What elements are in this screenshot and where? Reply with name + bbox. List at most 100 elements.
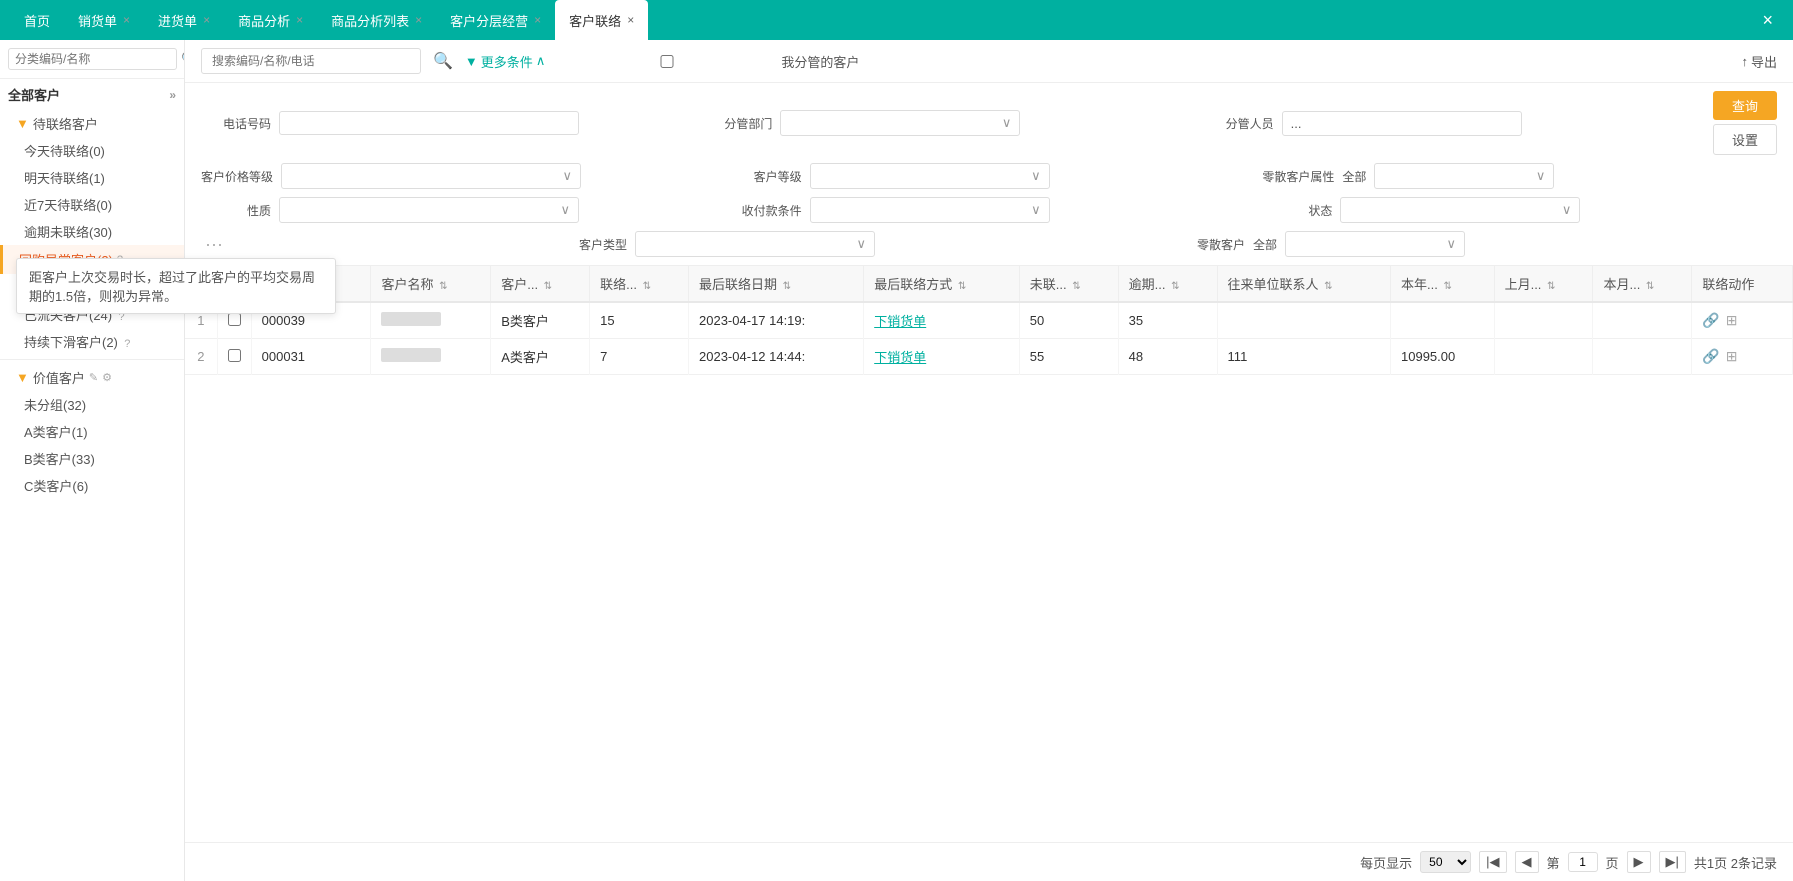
- sidebar-group-pending[interactable]: ▼ 待联络客户: [0, 110, 184, 137]
- filter-retail-attr-select[interactable]: ∨: [1374, 163, 1554, 189]
- row-last-date: 2023-04-12 14:44:: [689, 339, 864, 375]
- page-input[interactable]: [1568, 852, 1598, 872]
- nav-customer-contact[interactable]: 客户联络 ×: [555, 0, 648, 40]
- table-col-last-method[interactable]: 最后联络方式 ⇅: [864, 266, 1020, 302]
- export-icon: ↑: [1741, 54, 1748, 69]
- filter-payment-terms-select[interactable]: ∨: [810, 197, 1050, 223]
- pagination-bar: 每页显示 50 20 100 |◀ ◀ 第 页 ▶ ▶| 共1页 2条记录: [185, 842, 1793, 881]
- last-page-button[interactable]: ▶|: [1659, 851, 1686, 873]
- advanced-filter: 电话号码 分管部门 ∨ 分管人员 ...: [185, 83, 1793, 266]
- nav-customer-segmentation-close[interactable]: ×: [534, 13, 541, 27]
- payment-terms-chevron: ∨: [1031, 202, 1041, 218]
- search-input[interactable]: [201, 48, 421, 74]
- sidebar-search-input[interactable]: [8, 48, 177, 70]
- nav-purchase-order-close[interactable]: ×: [203, 13, 210, 27]
- action-icon-grid[interactable]: ⊞: [1726, 312, 1738, 329]
- row-last-method[interactable]: 下销货单: [864, 302, 1020, 339]
- window-close-button[interactable]: ×: [1752, 10, 1783, 31]
- sidebar-item-today-pending[interactable]: 今天待联络(0): [0, 137, 184, 164]
- action-icon-link[interactable]: 🔗: [1702, 348, 1719, 365]
- row-checkbox[interactable]: [228, 313, 241, 326]
- filter-status-select[interactable]: ∨: [1340, 197, 1580, 223]
- sidebar-item-declining[interactable]: 持续下滑客户(2) ?: [0, 328, 184, 355]
- table-col-contact-count[interactable]: 联络... ⇅: [590, 266, 689, 302]
- nav-purchase-order[interactable]: 进货单 ×: [144, 0, 224, 40]
- row-overdue: 48: [1118, 339, 1217, 375]
- filter-phone: 电话号码: [201, 111, 686, 135]
- nav-product-analysis[interactable]: 商品分析 ×: [224, 0, 317, 40]
- my-customers-checkbox[interactable]: 我分管的客户: [557, 52, 859, 71]
- filter-dots: ···: [201, 234, 541, 255]
- row-contact-count: 15: [590, 302, 689, 339]
- row-this-year: 10995.00: [1391, 339, 1495, 375]
- sidebar-item-7day-pending[interactable]: 近7天待联络(0): [0, 191, 184, 218]
- filter-row-4: ··· 客户类型 ∨ 零散客户 全部 ∨: [201, 231, 1777, 257]
- filter-dept-label: 分管部门: [702, 115, 772, 132]
- nav-product-analysis-close[interactable]: ×: [296, 13, 303, 27]
- declining-help-icon[interactable]: ?: [124, 338, 130, 350]
- sidebar-item-class-c[interactable]: C类客户(6): [0, 472, 184, 499]
- value-group-edit-icon[interactable]: ✎: [89, 371, 98, 384]
- export-button[interactable]: ↑ 导出: [1741, 52, 1777, 71]
- table-col-this-month[interactable]: 本月... ⇅: [1593, 266, 1692, 302]
- prev-page-button[interactable]: ◀: [1515, 851, 1539, 873]
- nav-home[interactable]: 首页: [10, 0, 64, 40]
- filter-row-1: 电话号码 分管部门 ∨ 分管人员 ...: [201, 91, 1777, 155]
- nav-sales-order[interactable]: 销货单 ×: [64, 0, 144, 40]
- filter-status: 状态 ∨: [1262, 197, 1777, 223]
- value-group-settings-icon[interactable]: ⚙: [102, 371, 112, 384]
- filter-dept-select[interactable]: ∨: [780, 110, 1020, 136]
- customer-level-chevron: ∨: [1031, 168, 1041, 184]
- more-conditions-button[interactable]: ▼ 更多条件 ∧: [465, 52, 545, 71]
- table-col-last-date[interactable]: 最后联络日期 ⇅: [689, 266, 864, 302]
- settings-button[interactable]: 设置: [1713, 124, 1777, 155]
- nav-customer-contact-close[interactable]: ×: [627, 13, 634, 27]
- nav-customer-segmentation[interactable]: 客户分层经营 ×: [436, 0, 555, 40]
- sidebar-item-ungrouped[interactable]: 未分组(32): [0, 391, 184, 418]
- sidebar-item-tomorrow-pending[interactable]: 明天待联络(1): [0, 164, 184, 191]
- table-col-contact-person[interactable]: 往来单位联系人 ⇅: [1217, 266, 1390, 302]
- next-page-button[interactable]: ▶: [1627, 851, 1651, 873]
- filter-customer-type-select[interactable]: ∨: [635, 231, 875, 257]
- content-area: 🔍 ▼ 更多条件 ∧ 我分管的客户 ↑ 导出 电话号码: [185, 40, 1793, 881]
- row-checkbox-cell[interactable]: [217, 339, 251, 375]
- filter-nature-select[interactable]: ∨: [279, 197, 579, 223]
- first-page-button[interactable]: |◀: [1479, 851, 1506, 873]
- search-button[interactable]: 🔍: [433, 51, 453, 71]
- sidebar-item-class-b[interactable]: B类客户(33): [0, 445, 184, 472]
- row-last-method[interactable]: 下销货单: [864, 339, 1020, 375]
- table-col-category[interactable]: 客户... ⇅: [491, 266, 590, 302]
- sidebar-value-group[interactable]: ▼ 价值客户 ✎ ⚙: [0, 364, 184, 391]
- filter-price-level-select[interactable]: ∨: [281, 163, 581, 189]
- my-customers-check[interactable]: [557, 55, 777, 68]
- row-overdue: 35: [1118, 302, 1217, 339]
- action-icon-grid[interactable]: ⊞: [1726, 348, 1738, 365]
- table-header-row: ⚙ 客户编码 ⇅ 客户名称 ⇅ 客户... ⇅ 联络... ⇅ 最后联络日期 ⇅…: [185, 266, 1793, 302]
- filter-person-select[interactable]: ...: [1282, 111, 1522, 136]
- row-checkbox[interactable]: [228, 349, 241, 362]
- row-name: [371, 302, 491, 339]
- per-page-label: 每页显示: [1360, 853, 1412, 872]
- nav-product-analysis-list-close[interactable]: ×: [415, 13, 422, 27]
- sidebar-item-class-a[interactable]: A类客户(1): [0, 418, 184, 445]
- action-icon-link[interactable]: 🔗: [1702, 312, 1719, 329]
- sidebar-item-overdue[interactable]: 逾期未联络(30): [0, 218, 184, 245]
- table-col-name[interactable]: 客户名称 ⇅: [371, 266, 491, 302]
- per-page-select[interactable]: 50 20 100: [1420, 851, 1471, 873]
- filter-retail-attr: 零散客户属性 全部 ∨: [1262, 163, 1777, 189]
- nav-product-analysis-list[interactable]: 商品分析列表 ×: [317, 0, 436, 40]
- filter-customer-level-select[interactable]: ∨: [810, 163, 1050, 189]
- table-col-uncontacted[interactable]: 未联... ⇅: [1019, 266, 1118, 302]
- nav-sales-order-close[interactable]: ×: [123, 13, 130, 27]
- table-col-this-year[interactable]: 本年... ⇅: [1391, 266, 1495, 302]
- dots-button[interactable]: ···: [201, 234, 227, 255]
- filter-phone-input[interactable]: [279, 111, 579, 135]
- query-button[interactable]: 查询: [1713, 91, 1777, 120]
- table-col-last-month[interactable]: 上月... ⇅: [1494, 266, 1593, 302]
- filter-status-label: 状态: [1262, 202, 1332, 219]
- sidebar-all-customers[interactable]: 全部客户 »: [0, 79, 184, 110]
- row-contact-count: 7: [590, 339, 689, 375]
- table-col-overdue[interactable]: 逾期... ⇅: [1118, 266, 1217, 302]
- filter-retail-customer-select[interactable]: ∨: [1285, 231, 1465, 257]
- row-category: A类客户: [491, 339, 590, 375]
